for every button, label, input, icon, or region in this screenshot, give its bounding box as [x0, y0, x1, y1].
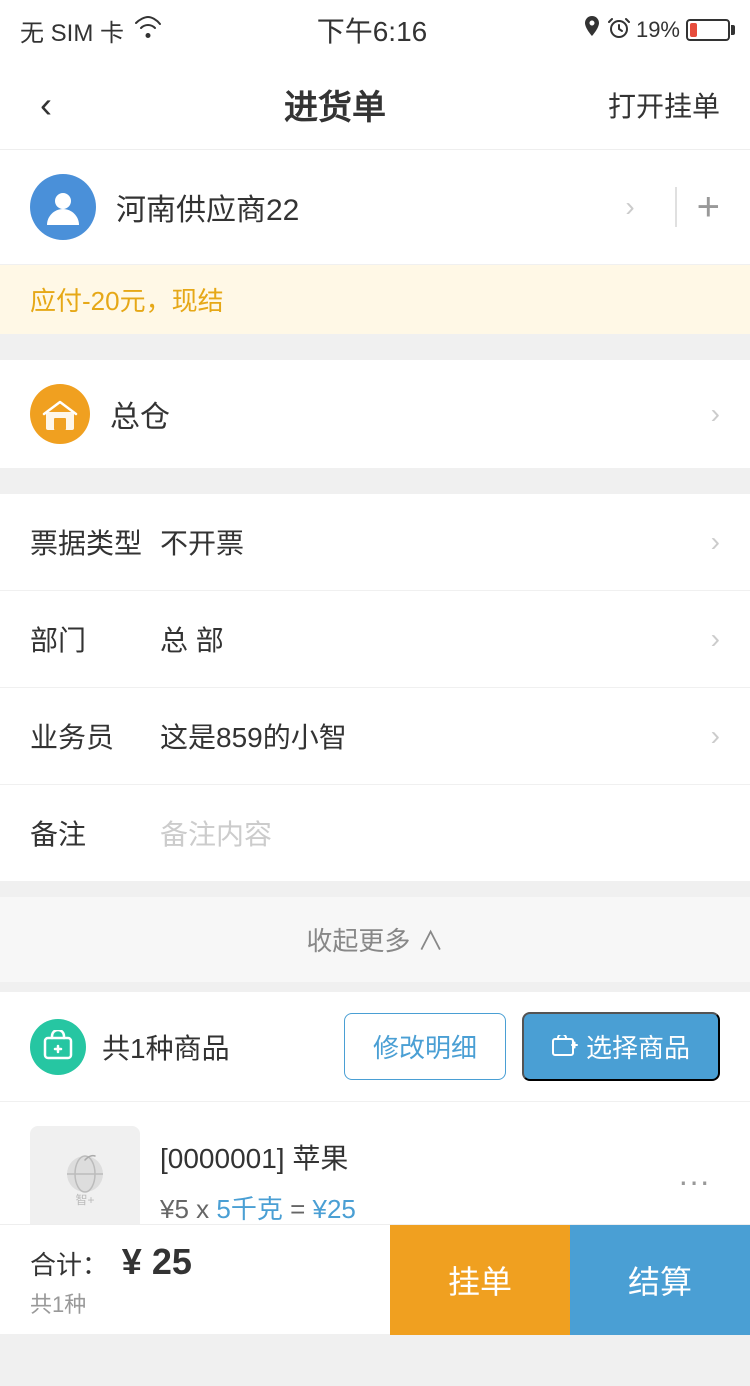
svg-text:智+: 智+ [75, 1192, 94, 1207]
supplier-section: 河南供应商22 › + 应付-20元，现结 [0, 150, 750, 334]
alarm-icon [608, 16, 630, 44]
supplier-divider [675, 187, 677, 227]
salesperson-label: 业务员 [30, 716, 150, 756]
product-count-icon [30, 1019, 86, 1075]
invoice-type-value: 不开票 [150, 522, 711, 562]
salesperson-arrow-icon: › [711, 720, 720, 752]
supplier-avatar [30, 174, 96, 240]
supplier-row[interactable]: 河南供应商22 › + [0, 150, 750, 265]
invoice-type-label: 票据类型 [30, 522, 150, 562]
remark-label: 备注 [30, 813, 150, 853]
invoice-type-arrow-icon: › [711, 526, 720, 558]
invoice-type-row[interactable]: 票据类型 不开票 › [0, 494, 750, 591]
select-product-button[interactable]: 选择商品 [522, 1012, 720, 1081]
products-section: 共1种商品 修改明细 选择商品 智+ [0, 992, 750, 1260]
status-left: 无 SIM 卡 [20, 13, 162, 48]
warehouse-section[interactable]: 总仓 › [0, 360, 750, 468]
content: 河南供应商22 › + 应付-20元，现结 总仓 › 票据类型 不开票 [0, 150, 750, 1386]
product-unit-price: ¥5 [160, 1194, 189, 1224]
product-quantity: 5千克 [216, 1194, 282, 1224]
department-value: 总 部 [150, 619, 711, 659]
spacer-2 [0, 484, 750, 494]
warehouse-arrow-icon: › [711, 398, 720, 430]
total-sub: 共1种 [30, 1287, 360, 1319]
total-label: 合计： [30, 1250, 108, 1280]
department-arrow-icon: › [711, 623, 720, 655]
form-section: 票据类型 不开票 › 部门 总 部 › 业务员 这是859的小智 › 备注 备注… [0, 494, 750, 881]
supplier-arrow-icon: › [625, 191, 634, 223]
warehouse-name: 总仓 [110, 392, 711, 436]
back-button[interactable]: ‹ [30, 74, 62, 136]
total-section: 合计： ¥ 25 共1种 [0, 1241, 390, 1319]
status-bar: 无 SIM 卡 下午6:16 19% [0, 0, 750, 60]
product-equals: = [290, 1194, 312, 1224]
wifi-icon [134, 16, 162, 45]
add-supplier-button[interactable]: + [697, 185, 720, 230]
product-total: ¥25 [313, 1194, 356, 1224]
bottom-bar: 合计： ¥ 25 共1种 挂单 结算 [0, 1224, 750, 1334]
select-product-label: 选择商品 [586, 1028, 690, 1065]
spacer-1 [0, 350, 750, 360]
carrier-text: 无 SIM 卡 [20, 13, 124, 48]
remark-row[interactable]: 备注 备注内容 [0, 785, 750, 881]
notice-bar: 应付-20元，现结 [0, 265, 750, 334]
total-row: 合计： ¥ 25 [30, 1241, 360, 1283]
product-more-button[interactable]: ··· [668, 1153, 720, 1210]
page-title: 进货单 [284, 80, 386, 129]
spacer-3 [0, 982, 750, 992]
supplier-name: 河南供应商22 [116, 185, 625, 229]
location-icon [582, 16, 602, 44]
edit-detail-button[interactable]: 修改明细 [344, 1013, 506, 1080]
remark-input[interactable]: 备注内容 [150, 813, 720, 853]
product-count-text: 共1种商品 [102, 1027, 344, 1067]
warehouse-row[interactable]: 总仓 › [0, 360, 750, 468]
product-name: [0000001] 苹果 [160, 1137, 668, 1177]
battery-percent: 19% [636, 17, 680, 43]
department-label: 部门 [30, 619, 150, 659]
salesperson-value: 这是859的小智 [150, 716, 711, 756]
department-row[interactable]: 部门 总 部 › [0, 591, 750, 688]
salesperson-row[interactable]: 业务员 这是859的小智 › [0, 688, 750, 785]
product-price: ¥5 x 5千克 = ¥25 [160, 1189, 668, 1226]
checkout-button[interactable]: 结算 [570, 1225, 750, 1335]
open-hang-button[interactable]: 打开挂单 [608, 85, 720, 125]
product-times: x [196, 1194, 216, 1224]
battery-icon [686, 19, 730, 41]
total-amount: ¥ 25 [122, 1241, 192, 1283]
status-time: 下午6:16 [317, 10, 428, 50]
status-right: 19% [582, 16, 730, 44]
products-header: 共1种商品 修改明细 选择商品 [0, 992, 750, 1102]
product-info: [0000001] 苹果 ¥5 x 5千克 = ¥25 [160, 1137, 668, 1226]
hang-button[interactable]: 挂单 [390, 1225, 570, 1335]
nav-bar: ‹ 进货单 打开挂单 [0, 60, 750, 150]
product-thumbnail: 智+ [30, 1126, 140, 1236]
collapse-button[interactable]: 收起更多 ∧ [0, 897, 750, 982]
warehouse-icon [30, 384, 90, 444]
battery-fill [690, 23, 697, 37]
